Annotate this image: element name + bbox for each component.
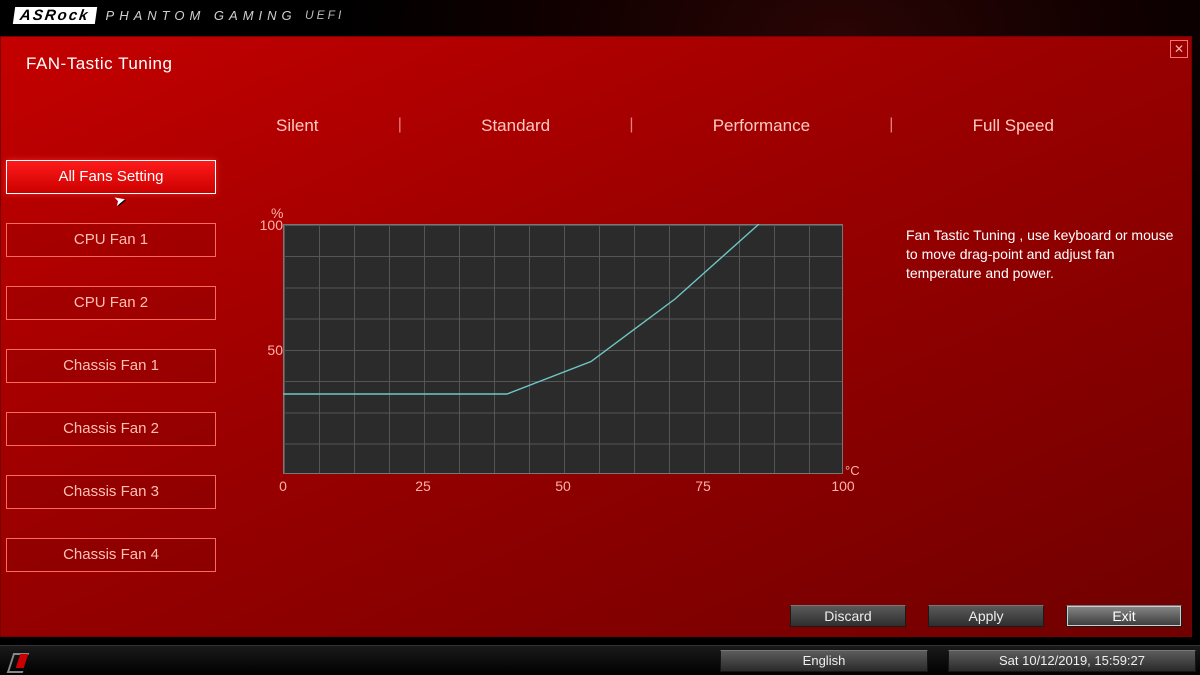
chart-x-tick: 75 [688, 478, 718, 494]
profile-performance[interactable]: Performance [707, 116, 816, 136]
fan-curve-line[interactable] [283, 224, 843, 474]
fan-item-chassis3[interactable]: Chassis Fan 3 [6, 475, 216, 509]
chart-x-tick: 25 [408, 478, 438, 494]
fan-item-cpu1[interactable]: CPU Fan 1 [6, 223, 216, 257]
exit-button[interactable]: Exit [1066, 605, 1182, 627]
chart-x-tick: 0 [268, 478, 298, 494]
profile-full-speed[interactable]: Full Speed [967, 116, 1060, 136]
chart-y-tick: 50 [249, 342, 283, 358]
chart-x-label: °C [845, 463, 860, 478]
profile-standard[interactable]: Standard [475, 116, 556, 136]
fan-item-chassis4[interactable]: Chassis Fan 4 [6, 538, 216, 572]
close-button[interactable]: ✕ [1170, 40, 1188, 58]
discard-button[interactable]: Discard [790, 605, 906, 627]
divider-icon: | [398, 116, 402, 136]
apply-button[interactable]: Apply [928, 605, 1044, 627]
fan-item-chassis1[interactable]: Chassis Fan 1 [6, 349, 216, 383]
status-bar: English Sat 10/12/2019, 15:59:27 [0, 645, 1200, 675]
brand-text: PHANTOM GAMING [106, 8, 297, 23]
action-bar: Discard Apply Exit [790, 605, 1182, 627]
fan-item-chassis2[interactable]: Chassis Fan 2 [6, 412, 216, 446]
divider-icon: | [629, 116, 633, 136]
chart-x-tick: 100 [828, 478, 858, 494]
fan-item-all[interactable]: All Fans Setting [6, 160, 216, 194]
phantom-gaming-icon [8, 651, 32, 671]
chart-x-tick: 50 [548, 478, 578, 494]
profile-tabs: Silent | Standard | Performance | Full S… [270, 116, 1060, 136]
profile-silent[interactable]: Silent [270, 116, 325, 136]
bios-header: ASRock PHANTOM GAMING UEFI [0, 0, 1200, 30]
clock-display: Sat 10/12/2019, 15:59:27 [948, 650, 1196, 672]
fan-curve-chart[interactable]: % 100 50 0 25 50 75 100 °C [249, 200, 859, 505]
asrock-logo: ASRock [13, 7, 97, 24]
language-button[interactable]: English [720, 650, 928, 672]
divider-icon: | [889, 116, 893, 136]
uefi-text: UEFI [299, 8, 345, 22]
page-title: FAN-Tastic Tuning [26, 54, 172, 74]
fan-item-cpu2[interactable]: CPU Fan 2 [6, 286, 216, 320]
fan-list: All Fans Setting CPU Fan 1 CPU Fan 2 Cha… [6, 160, 216, 601]
help-text: Fan Tastic Tuning , use keyboard or mous… [906, 226, 1176, 283]
chart-y-tick: 100 [249, 217, 283, 233]
